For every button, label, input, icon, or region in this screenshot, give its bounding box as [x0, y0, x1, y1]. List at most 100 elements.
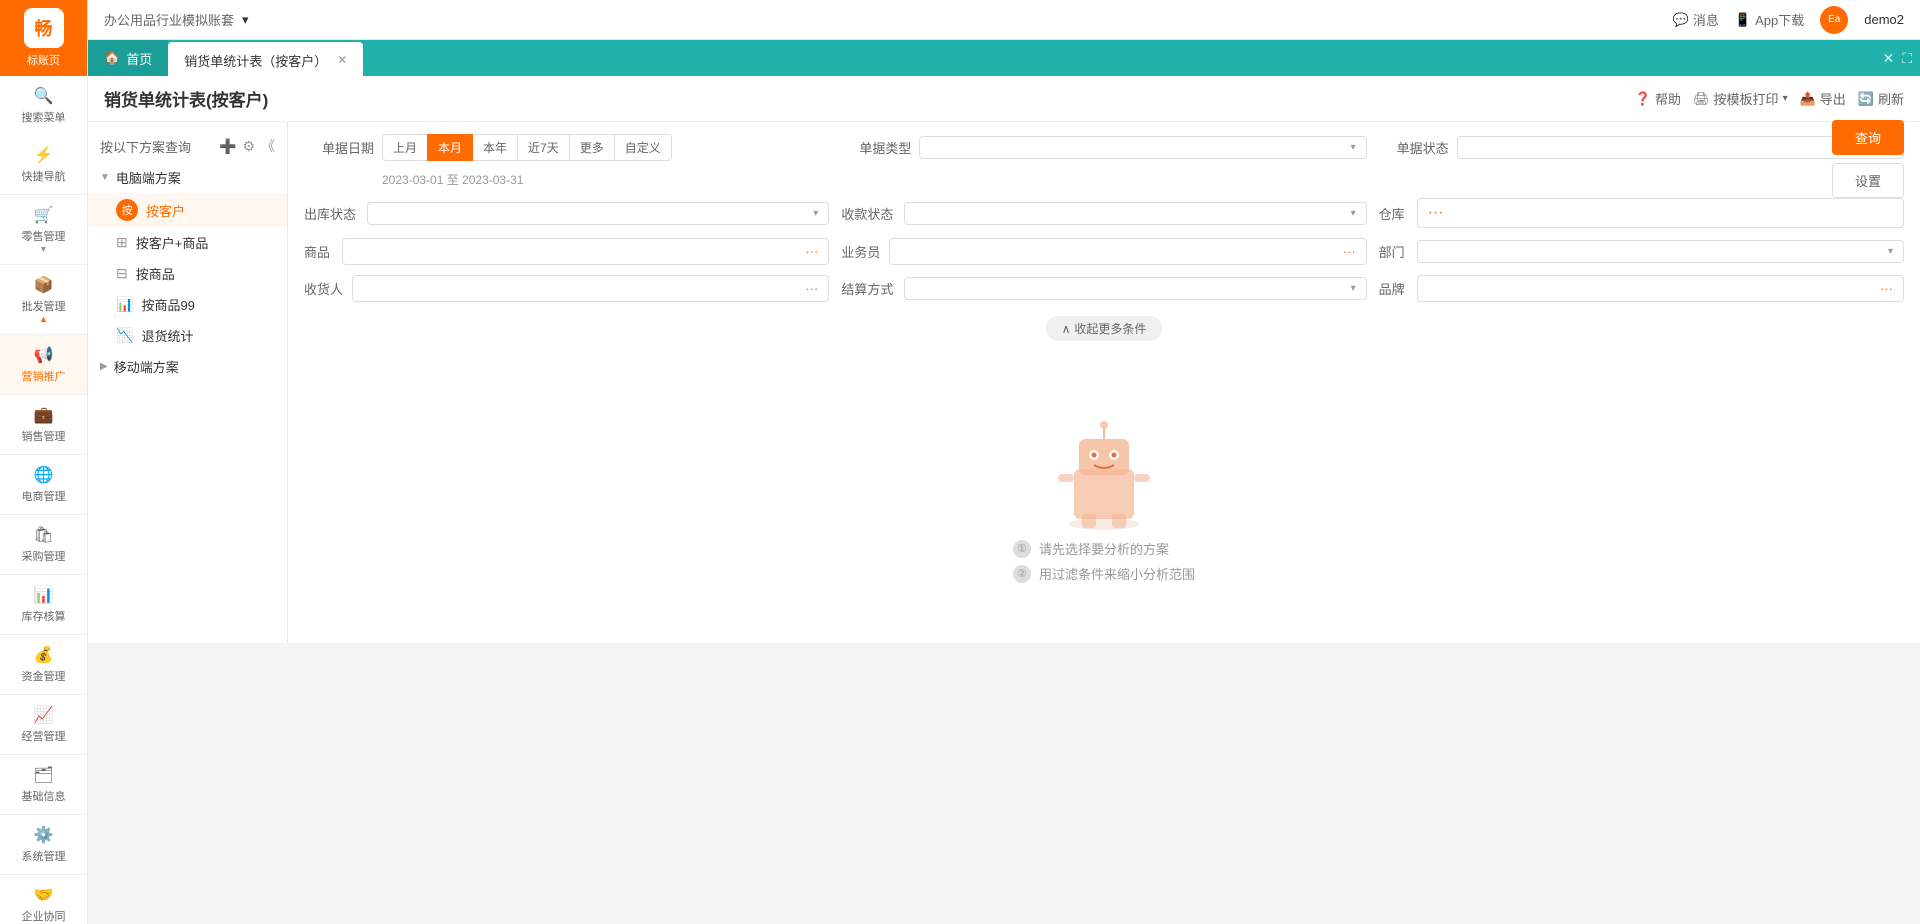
sidebar-item-ops[interactable]: 📈 经营管理 — [0, 695, 87, 755]
sidebar-item-finance[interactable]: 💰 资金管理 — [0, 635, 87, 695]
help-icon: ❓ — [1635, 91, 1651, 107]
tab-home-label: 首页 — [126, 49, 152, 68]
user-name: demo2 — [1864, 12, 1904, 27]
basic-icon: 🗂 — [33, 765, 53, 785]
refresh-btn[interactable]: 🔄 刷新 — [1858, 89, 1904, 108]
scheme-collapse-icon[interactable]: 《 — [261, 136, 275, 156]
logo-text: 标账页 — [27, 52, 60, 68]
scheme-item-return-stats[interactable]: 📉 退货统计 — [88, 320, 287, 351]
dept-label: 部门 — [1379, 242, 1409, 261]
tab-close-btn[interactable]: ✕ — [337, 53, 347, 67]
dept-arrow: ▾ — [1888, 246, 1893, 257]
scheme-settings-icon[interactable]: ⚙ — [242, 138, 255, 155]
consignee-input[interactable]: ··· — [352, 275, 829, 302]
scheme-item-by-customer-product[interactable]: ⊞ 按客户+商品 — [88, 227, 287, 258]
staff-group: 业务员 ··· — [841, 238, 1366, 265]
sidebar-item-retail[interactable]: 🛒 零售管理 ▼ — [0, 195, 87, 265]
staff-input[interactable]: ··· — [889, 238, 1366, 265]
empty-state: ① 请先选择要分析的方案 ② 用过滤条件来缩小分析范围 — [288, 349, 1920, 643]
sidebar-item-ecommerce[interactable]: 🌐 电商管理 — [0, 455, 87, 515]
sidebar-item-inventory[interactable]: 📊 库存核算 — [0, 575, 87, 635]
scheme-item-by-product-99[interactable]: 📊 按商品99 — [88, 289, 287, 320]
collapse-trigger[interactable]: ∧ 收起更多条件 — [1046, 316, 1163, 341]
doc-type-select[interactable]: ▾ — [919, 136, 1366, 159]
settings-btn[interactable]: 设置 — [1832, 163, 1904, 198]
tab-close-all-btn[interactable]: ✕ — [1882, 50, 1894, 67]
date-btn-this-month[interactable]: 本月 — [427, 134, 473, 161]
consignee-label: 收货人 — [304, 279, 344, 298]
right-panel: 单据日期 上月 本月 本年 近7天 更多 自定义 — [288, 122, 1920, 643]
date-btn-this-year[interactable]: 本年 — [472, 134, 518, 161]
sidebar-item-quicknav[interactable]: ⚡ 快捷导航 — [0, 135, 87, 195]
tab-maximize-btn[interactable]: ⛶ — [1902, 50, 1912, 67]
sidebar-search-label: 搜索菜单 — [22, 109, 66, 125]
receipt-status-select[interactable]: ▾ — [904, 202, 1366, 225]
help-btn[interactable]: ❓ 帮助 — [1635, 89, 1681, 108]
help-label: 帮助 — [1655, 89, 1681, 108]
scheme-item-icon3: 📊 — [116, 296, 133, 313]
payment-select[interactable]: ▾ — [904, 277, 1366, 300]
scheme-header: 按以下方案查询 ➕ ⚙ 《 — [88, 130, 287, 162]
scheme-panel: 按以下方案查询 ➕ ⚙ 《 ▼ 电脑端方案 按 按客户 — [88, 122, 288, 643]
warehouse-input[interactable]: ··· — [1417, 198, 1904, 228]
collapse-row: ∧ 收起更多条件 — [288, 312, 1920, 349]
scheme-item-by-product[interactable]: ⊟ 按商品 — [88, 258, 287, 289]
sidebar-item-search[interactable]: 🔍 搜索菜单 — [0, 76, 87, 135]
scheme-add-icon[interactable]: ➕ — [219, 138, 236, 155]
header-dropdown[interactable]: ▾ — [242, 12, 249, 28]
app-download-btn[interactable]: 📱 App下载 — [1735, 10, 1804, 29]
date-btn-more[interactable]: 更多 — [569, 134, 615, 161]
scheme-item-icon4: 📉 — [116, 327, 133, 344]
filter-row-2: 出库状态 ▾ 收款状态 ▾ — [304, 198, 1904, 228]
sidebar-item-marketing[interactable]: 📢 营销推广 — [0, 335, 87, 395]
finance-icon: 💰 — [34, 645, 54, 665]
scheme-group-mobile-label: 移动端方案 — [114, 357, 179, 376]
refresh-label: 刷新 — [1878, 89, 1904, 108]
collapse-label: 收起更多条件 — [1074, 320, 1146, 337]
tabs-bar: 🏠 首页 销货单统计表（按客户） ✕ ✕ ⛶ — [88, 40, 1920, 76]
doc-type-filter-group: 单据类型 ▾ — [841, 136, 1366, 159]
scheme-group-desktop: ▼ 电脑端方案 按 按客户 ⊞ 按客户+商品 ⊟ 按商品 — [88, 162, 287, 351]
empty-illustration — [1039, 409, 1169, 539]
sidebar-item-enterprise[interactable]: 🤝 企业协同 — [0, 875, 87, 924]
tab-sales-stats[interactable]: 销货单统计表（按客户） ✕ — [168, 42, 363, 78]
tab-home[interactable]: 🏠 首页 — [88, 40, 168, 76]
print-icon: 🖨 — [1693, 91, 1710, 107]
date-label: 单据日期 — [304, 138, 374, 157]
brand-input[interactable]: ··· — [1417, 275, 1904, 302]
date-btn-last-month[interactable]: 上月 — [382, 134, 428, 161]
date-btn-custom[interactable]: 自定义 — [614, 134, 672, 161]
consignee-group: 收货人 ··· — [304, 275, 829, 302]
sidebar-item-basic[interactable]: 🗂 基础信息 — [0, 755, 87, 815]
template-print-btn[interactable]: 🖨 按模板打印 ▾ — [1693, 89, 1788, 108]
warehouse-dots: ··· — [1428, 204, 1893, 222]
sidebar-menu: 🔍 搜索菜单 ⚡ 快捷导航 🛒 零售管理 ▼ 📦 批发管理 ▲ 📢 营销推广 💼… — [0, 76, 87, 924]
receipt-status-arrow: ▾ — [1351, 208, 1356, 219]
logo-area[interactable]: 畅 标账页 — [0, 0, 87, 76]
scheme-item-label: 按客户+商品 — [136, 233, 209, 252]
export-btn[interactable]: 📤 导出 — [1800, 89, 1846, 108]
export-icon: 📤 — [1800, 91, 1816, 107]
dept-group: 部门 ▾ — [1379, 238, 1904, 265]
messages-btn[interactable]: 💬 消息 — [1673, 10, 1719, 29]
hint-num-2: ② — [1013, 565, 1031, 583]
payment-arrow: ▾ — [1351, 283, 1356, 294]
scheme-group-mobile-header[interactable]: ▶ 移动端方案 — [88, 351, 287, 382]
scheme-group-desktop-header[interactable]: ▼ 电脑端方案 — [88, 162, 287, 193]
sidebar-item-sales[interactable]: 💼 销售管理 — [0, 395, 87, 455]
tabs-actions: ✕ ⛶ — [1882, 50, 1920, 67]
logo-icon: 畅 — [24, 8, 64, 48]
scheme-item-label: 按客户 — [146, 201, 185, 220]
out-status-select[interactable]: ▾ — [367, 202, 829, 225]
dept-select[interactable]: ▾ — [1417, 240, 1904, 263]
date-btn-7days[interactable]: 近7天 — [517, 134, 570, 161]
sidebar-item-wholesale[interactable]: 📦 批发管理 ▲ — [0, 265, 87, 335]
product-input[interactable]: ··· — [342, 238, 829, 265]
scheme-item-label: 按商品99 — [141, 295, 194, 314]
scheme-item-by-customer[interactable]: 按 按客户 — [88, 193, 287, 227]
sidebar-item-purchase[interactable]: 🛍 采购管理 — [0, 515, 87, 575]
ecommerce-icon: 🌐 — [34, 465, 54, 485]
query-btn[interactable]: 查询 — [1832, 122, 1904, 155]
sidebar-item-system[interactable]: ⚙️ 系统管理 — [0, 815, 87, 875]
user-avatar[interactable]: Ea — [1820, 6, 1848, 34]
